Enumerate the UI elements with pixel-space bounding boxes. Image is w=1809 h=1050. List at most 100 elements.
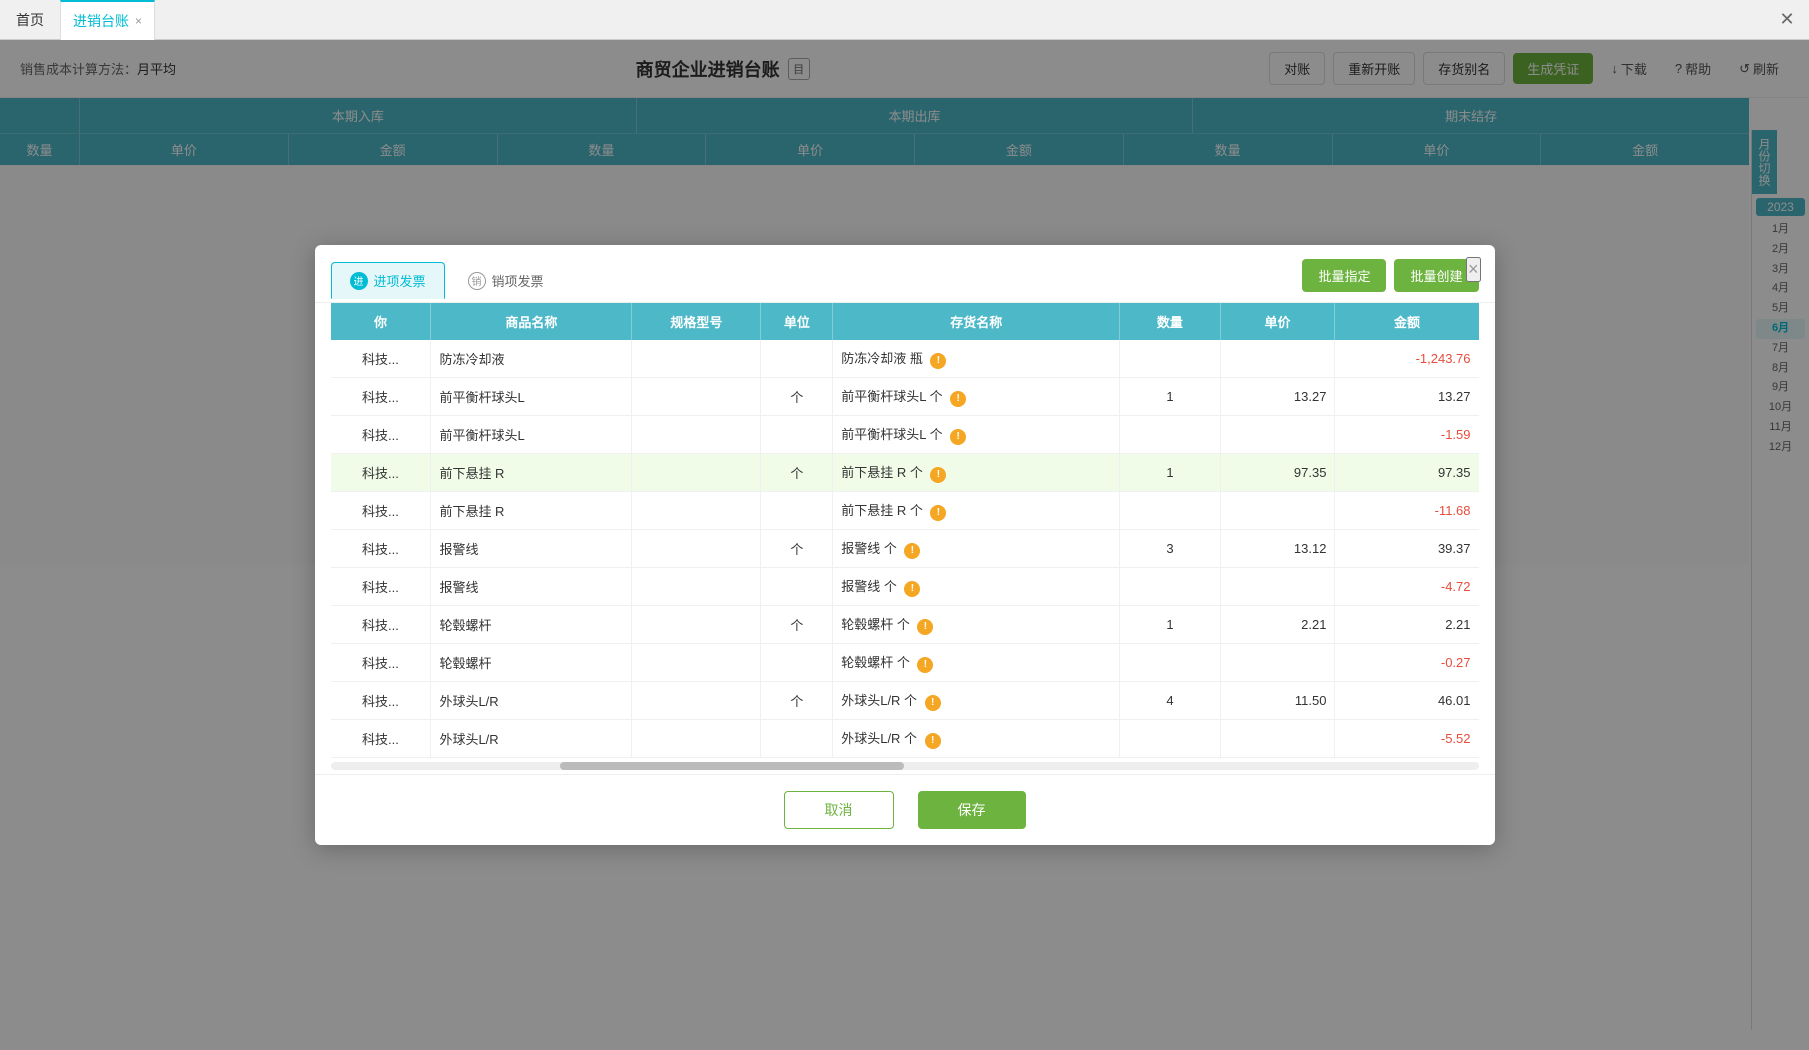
warning-icon: !: [917, 657, 933, 673]
th-spec: 规格型号: [632, 303, 761, 340]
warning-icon: !: [917, 619, 933, 635]
th-unit-price: 单价: [1220, 303, 1335, 340]
td-unit: [761, 492, 833, 530]
table-row: 科技... 前下悬挂 R 前下悬挂 R 个 ! -11.68: [331, 492, 1479, 530]
modal-close-button[interactable]: ×: [1466, 257, 1481, 282]
td-amount: -0.27: [1335, 644, 1479, 682]
td-amount: 13.27: [1335, 378, 1479, 416]
table-row: 科技... 报警线 报警线 个 ! -4.72: [331, 568, 1479, 606]
batch-assign-button[interactable]: 批量指定: [1302, 259, 1386, 292]
td-unit-price: [1220, 492, 1335, 530]
td-amount: 97.35: [1335, 454, 1479, 492]
td-unit: 个: [761, 378, 833, 416]
td-inventory: 外球头L/R 个 !: [833, 682, 1120, 720]
td-company: 科技...: [331, 492, 431, 530]
td-unit-price: [1220, 568, 1335, 606]
td-unit: [761, 720, 833, 758]
table-row: 科技... 轮毂螺杆 个 轮毂螺杆 个 ! 1 2.21 2.21: [331, 606, 1479, 644]
tab-active[interactable]: 进销台账 ×: [60, 0, 155, 40]
tab-out-icon: 销: [468, 272, 486, 290]
td-unit-price: 13.27: [1220, 378, 1335, 416]
tab-active-label: 进销台账: [73, 1, 129, 41]
table-row: 科技... 轮毂螺杆 轮毂螺杆 个 ! -0.27: [331, 644, 1479, 682]
td-spec: [632, 378, 761, 416]
warning-icon: !: [925, 695, 941, 711]
tab-out-label: 销项发票: [492, 271, 544, 290]
td-amount: -1.59: [1335, 416, 1479, 454]
warning-icon: !: [904, 543, 920, 559]
th-amount: 金额: [1335, 303, 1479, 340]
td-qty: 1: [1120, 454, 1220, 492]
warning-icon: !: [930, 353, 946, 369]
table-row: 科技... 外球头L/R 外球头L/R 个 ! -5.52: [331, 720, 1479, 758]
th-product: 商品名称: [431, 303, 632, 340]
td-spec: [632, 606, 761, 644]
cancel-button[interactable]: 取消: [784, 791, 894, 829]
td-qty: [1120, 416, 1220, 454]
td-product: 前平衡杆球头L: [431, 378, 632, 416]
td-inventory: 前平衡杆球头L 个 !: [833, 416, 1120, 454]
td-unit: 个: [761, 454, 833, 492]
td-qty: [1120, 720, 1220, 758]
td-qty: [1120, 492, 1220, 530]
window-close-btn[interactable]: ✕: [1765, 0, 1809, 40]
table-scrollbar[interactable]: [331, 762, 1479, 770]
td-qty: 1: [1120, 606, 1220, 644]
td-company: 科技...: [331, 568, 431, 606]
td-spec: [632, 454, 761, 492]
scrollbar-thumb[interactable]: [560, 762, 904, 770]
td-inventory: 报警线 个 !: [833, 530, 1120, 568]
td-unit-price: [1220, 416, 1335, 454]
td-qty: [1120, 644, 1220, 682]
td-unit-price: [1220, 340, 1335, 378]
td-company: 科技...: [331, 644, 431, 682]
td-inventory: 报警线 个 !: [833, 568, 1120, 606]
table-row: 科技... 外球头L/R 个 外球头L/R 个 ! 4 11.50 46.01: [331, 682, 1479, 720]
td-company: 科技...: [331, 530, 431, 568]
table-row: 科技... 前平衡杆球头L 个 前平衡杆球头L 个 ! 1 13.27 13.2…: [331, 378, 1479, 416]
td-unit-price: 97.35: [1220, 454, 1335, 492]
td-unit-price: [1220, 644, 1335, 682]
td-unit-price: 2.21: [1220, 606, 1335, 644]
tab-close-icon[interactable]: ×: [135, 1, 142, 41]
td-unit: [761, 644, 833, 682]
tab-invoice-in[interactable]: 进 进项发票: [331, 262, 445, 299]
td-amount: 39.37: [1335, 530, 1479, 568]
modal-dialog: × 进 进项发票 销 销项发票 批量指定: [315, 245, 1495, 845]
td-inventory: 外球头L/R 个 !: [833, 720, 1120, 758]
td-product: 报警线: [431, 568, 632, 606]
td-spec: [632, 340, 761, 378]
td-qty: 1: [1120, 378, 1220, 416]
td-product: 外球头L/R: [431, 720, 632, 758]
table-row: 科技... 报警线 个 报警线 个 ! 3 13.12 39.37: [331, 530, 1479, 568]
td-unit: 个: [761, 606, 833, 644]
td-qty: 3: [1120, 530, 1220, 568]
td-product: 轮毂螺杆: [431, 606, 632, 644]
warning-icon: !: [950, 391, 966, 407]
td-unit: [761, 568, 833, 606]
tab-home[interactable]: 首页: [0, 0, 60, 40]
td-unit: 个: [761, 530, 833, 568]
td-amount: -1,243.76: [1335, 340, 1479, 378]
td-company: 科技...: [331, 454, 431, 492]
table-row: 科技... 防冻冷却液 防冻冷却液 瓶 ! -1,243.76: [331, 340, 1479, 378]
save-button[interactable]: 保存: [918, 791, 1026, 829]
td-unit-price: 11.50: [1220, 682, 1335, 720]
td-qty: [1120, 568, 1220, 606]
warning-icon: !: [930, 467, 946, 483]
tab-invoice-out[interactable]: 销 销项发票: [449, 262, 563, 299]
td-qty: [1120, 340, 1220, 378]
td-product: 前平衡杆球头L: [431, 416, 632, 454]
td-unit-price: 13.12: [1220, 530, 1335, 568]
td-inventory: 轮毂螺杆 个 !: [833, 644, 1120, 682]
invoice-table: 你 商品名称 规格型号 单位 存货名称 数量 单价 金额 科技... 防冻冷却液: [331, 303, 1479, 758]
warning-icon: !: [904, 581, 920, 597]
td-company: 科技...: [331, 378, 431, 416]
table-row: 科技... 前下悬挂 R 个 前下悬挂 R 个 ! 1 97.35 97.35: [331, 454, 1479, 492]
td-inventory: 前下悬挂 R 个 !: [833, 492, 1120, 530]
modal-backdrop: × 进 进项发票 销 销项发票 批量指定: [0, 40, 1809, 1050]
warning-icon: !: [930, 505, 946, 521]
td-company: 科技...: [331, 682, 431, 720]
td-company: 科技...: [331, 416, 431, 454]
tab-in-label: 进项发票: [374, 271, 426, 290]
